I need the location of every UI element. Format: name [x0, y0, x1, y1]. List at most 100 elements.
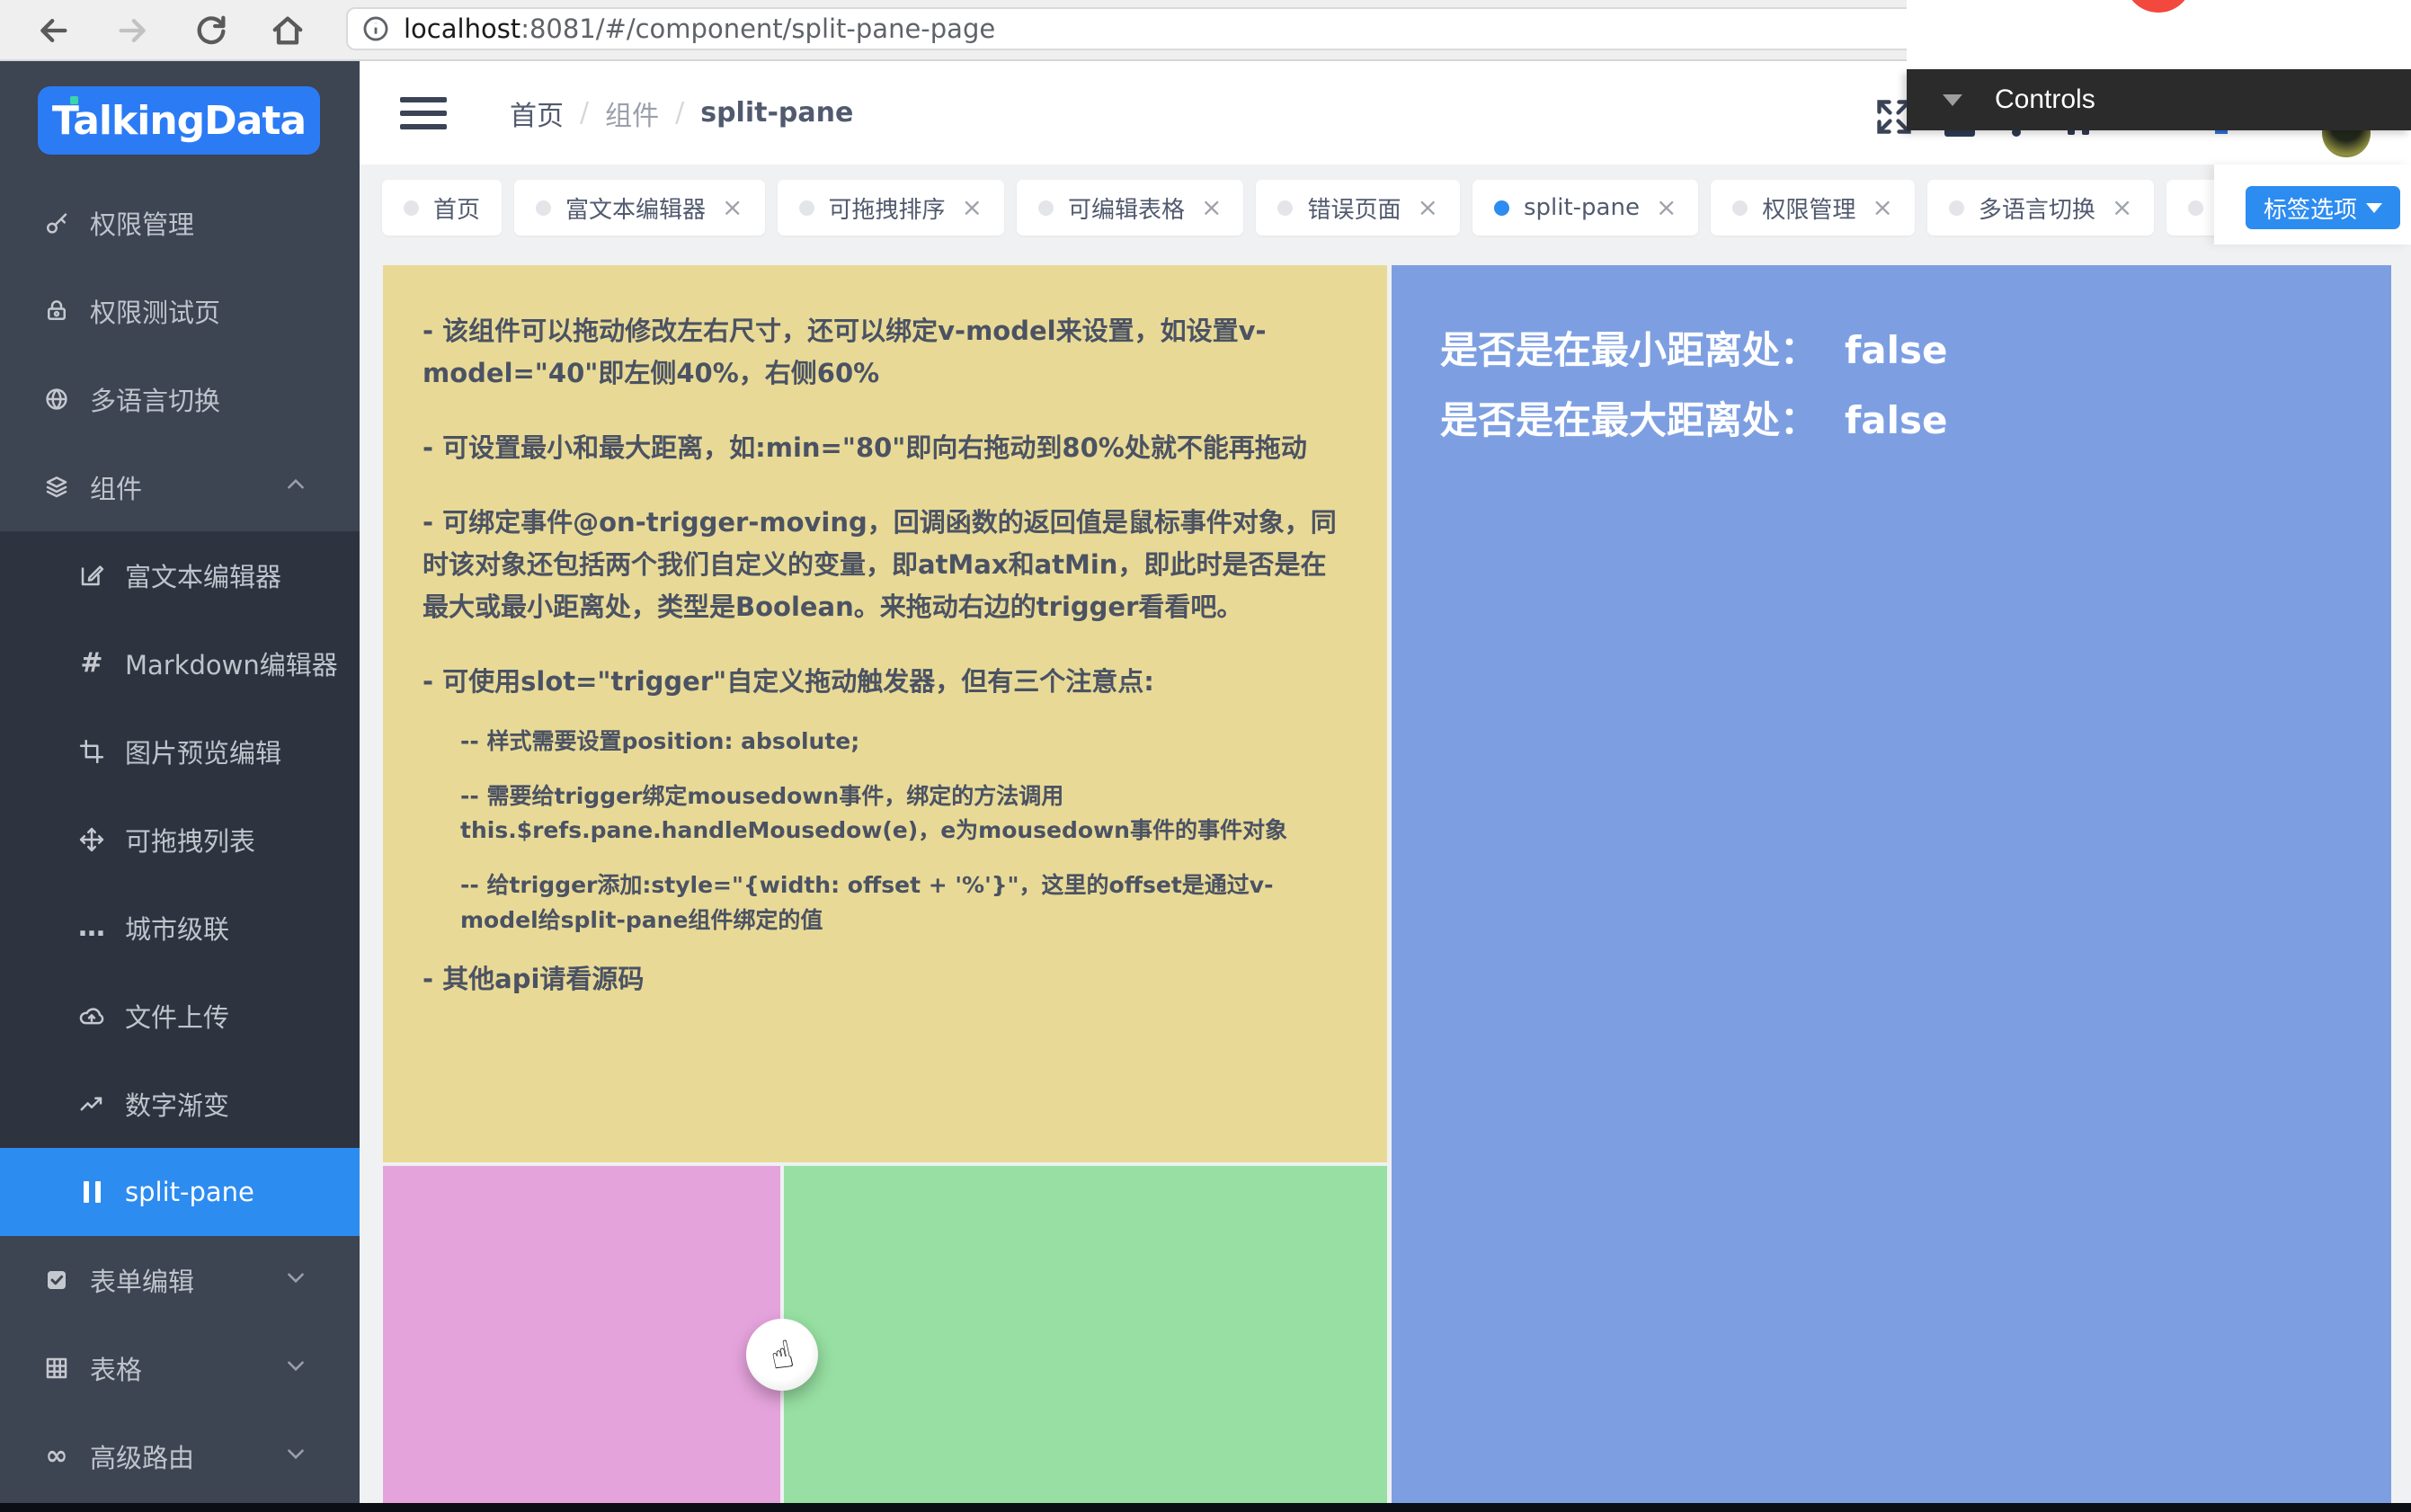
ellipsis-icon: …	[78, 912, 105, 943]
tab-dot-icon	[2188, 200, 2204, 216]
tab-draggable-sort[interactable]: 可拖拽排序 ×	[777, 180, 1004, 236]
sidebar-item-label: 城市级联	[125, 914, 230, 945]
sidebar-item-rich-text-editor[interactable]: 富文本编辑器	[0, 531, 360, 619]
crop-icon	[76, 736, 107, 767]
close-icon[interactable]: ×	[2112, 195, 2132, 220]
edit-icon	[76, 560, 107, 591]
inner-right-pane	[784, 1166, 1387, 1512]
sidebar-item-label: 可拖拽列表	[125, 826, 256, 857]
checkbox-icon	[41, 1265, 72, 1295]
sidebar-item-image-crop[interactable]: 图片预览编辑	[0, 707, 360, 796]
hamburger-menu-icon[interactable]	[400, 97, 447, 138]
sidebar-item-split-pane[interactable]: split-pane	[0, 1148, 360, 1236]
doc-bullet: - 该组件可以拖动修改左右尺寸，还可以绑定v-model来设置，如设置v-mod…	[423, 316, 1267, 388]
controls-panel-header[interactable]: Controls	[1907, 69, 2411, 130]
tab-dot-icon	[1493, 200, 1509, 216]
hash-icon: #	[80, 647, 103, 679]
sidebar-item-city-cascade[interactable]: … 城市级联	[0, 884, 360, 972]
doc-bullet: - 可设置最小和最大距离，如:min="80"即向右拖动到80%处就不能再拖动	[423, 431, 1307, 463]
logo[interactable]: TalkingData	[38, 86, 320, 155]
sidebar-item-label: 权限管理	[90, 209, 195, 240]
sidebar-item-form-edit[interactable]: 表单编辑	[0, 1236, 360, 1324]
tab-options-panel: 标签选项	[2214, 165, 2411, 245]
sidebar-item-draggable-list[interactable]: 可拖拽列表	[0, 796, 360, 884]
close-icon[interactable]: ×	[1872, 195, 1892, 220]
sidebar-item-label: Markdown编辑器	[125, 650, 338, 680]
breadcrumb-home[interactable]: 首页	[510, 93, 564, 133]
tab-split-pane[interactable]: split-pane ×	[1472, 180, 1699, 236]
pause-icon	[76, 1177, 107, 1207]
back-icon[interactable]	[31, 9, 75, 52]
trending-up-icon	[76, 1089, 107, 1119]
sidebar-item-label: split-pane	[125, 1177, 254, 1207]
table-icon	[41, 1353, 72, 1383]
sidebar-item-i18n[interactable]: 多语言切换	[0, 355, 360, 443]
info-icon	[363, 16, 388, 41]
chevron-down-icon	[284, 1353, 307, 1383]
lock-icon	[41, 296, 72, 326]
doc-bullet: - 可绑定事件@on-trigger-moving，回调函数的返回值是鼠标事件对…	[423, 506, 1337, 622]
tab-dot-icon	[1948, 200, 1964, 216]
breadcrumb-components[interactable]: 组件	[605, 93, 659, 133]
tab-permission-admin[interactable]: 权限管理 ×	[1711, 180, 1915, 236]
doc-sub-bullet: -- 样式需要设置position: absolute;	[460, 727, 860, 754]
drag-trigger-handle[interactable]: ☝	[746, 1319, 818, 1391]
url-text: localhost:8081/#/component/split-pane-pa…	[404, 13, 996, 44]
hand-cursor-icon: ☝	[766, 1330, 798, 1379]
sidebar-item-label: 表单编辑	[90, 1267, 195, 1297]
move-icon	[76, 824, 107, 855]
close-icon[interactable]: ×	[962, 195, 983, 220]
tab-i18n[interactable]: 多语言切换 ×	[1926, 180, 2155, 236]
sidebar-item-permission-admin[interactable]: 权限管理	[0, 179, 360, 267]
sidebar-item-table[interactable]: 表格	[0, 1324, 360, 1412]
infinity-icon: ∞	[45, 1440, 68, 1472]
sidebar-item-label: 数字渐变	[125, 1090, 230, 1121]
close-icon[interactable]: ×	[1201, 195, 1222, 220]
chevron-down-icon	[284, 1265, 307, 1295]
sidebar-item-label: 文件上传	[125, 1002, 230, 1033]
tab-dot-icon	[1277, 200, 1294, 216]
sidebar-item-components[interactable]: 组件	[0, 443, 360, 531]
tab-rich-text-editor[interactable]: 富文本编辑器 ×	[514, 180, 765, 236]
close-icon[interactable]: ×	[1656, 195, 1677, 220]
sidebar-item-number-gradient[interactable]: 数字渐变	[0, 1060, 360, 1148]
key-icon	[41, 208, 72, 238]
tab-dot-icon	[404, 200, 419, 216]
tab-options-button[interactable]: 标签选项	[2246, 186, 2401, 229]
doc-sub-bullet: -- 给trigger添加:style="{width: offset + '%…	[460, 872, 1274, 933]
forward-icon[interactable]	[111, 9, 155, 52]
sidebar-item-permission-test[interactable]: 权限测试页	[0, 267, 360, 355]
logo-text: TalkingData	[51, 97, 307, 144]
doc-pane: - 该组件可以拖动修改左右尺寸，还可以绑定v-model来设置，如设置v-mod…	[383, 265, 1387, 1162]
layers-icon	[41, 472, 72, 503]
sidebar-item-label: 权限测试页	[90, 298, 221, 328]
sidebar-item-label: 表格	[90, 1355, 143, 1385]
tab-dot-icon	[798, 200, 814, 216]
sidebar-item-label: 组件	[90, 474, 143, 504]
sidebar-item-file-upload[interactable]: 文件上传	[0, 972, 360, 1060]
components-submenu: 富文本编辑器 # Markdown编辑器 图片预览编辑 可拖拽列表 … 城市级联…	[0, 531, 360, 1236]
status-pane: 是否是在最小距离处： false 是否是在最大距离处： false	[1392, 265, 2391, 1512]
close-icon[interactable]: ×	[722, 195, 743, 220]
tab-editable-table[interactable]: 可编辑表格 ×	[1016, 180, 1244, 236]
doc-sub-bullet: -- 需要给trigger绑定mousedown事件，绑定的方法调用this.$…	[460, 782, 1287, 844]
globe-icon	[41, 384, 72, 414]
home-icon[interactable]	[266, 9, 309, 52]
sidebar-item-markdown-editor[interactable]: # Markdown编辑器	[0, 619, 360, 707]
close-icon[interactable]: ×	[1417, 195, 1437, 220]
tab-error-page[interactable]: 错误页面 ×	[1256, 180, 1460, 236]
status-at-max-value: false	[1845, 397, 1948, 442]
sidebar-item-label: 高级路由	[90, 1443, 195, 1473]
status-at-min: 是否是在最小距离处： false	[1440, 316, 2391, 386]
doc-bullet: - 可使用slot="trigger"自定义拖动触发器，但有三个注意点:	[423, 665, 1154, 697]
breadcrumb: 首页 / 组件 / split-pane	[510, 61, 853, 165]
chevron-up-icon	[284, 472, 307, 503]
breadcrumb-separator: /	[675, 97, 685, 129]
split-pane-demo: - 该组件可以拖动修改左右尺寸，还可以绑定v-model来设置，如设置v-mod…	[383, 265, 2391, 1512]
bottom-edge-strip	[0, 1503, 2411, 1512]
tab-home[interactable]: 首页	[382, 180, 503, 236]
chevron-down-icon	[284, 1441, 307, 1472]
reload-icon[interactable]	[190, 9, 233, 52]
tab-bar: 首页 富文本编辑器 × 可拖拽排序 × 可编辑表格 × 错误页面 × split…	[360, 165, 2411, 245]
sidebar-item-advanced-router[interactable]: ∞ 高级路由	[0, 1412, 360, 1500]
